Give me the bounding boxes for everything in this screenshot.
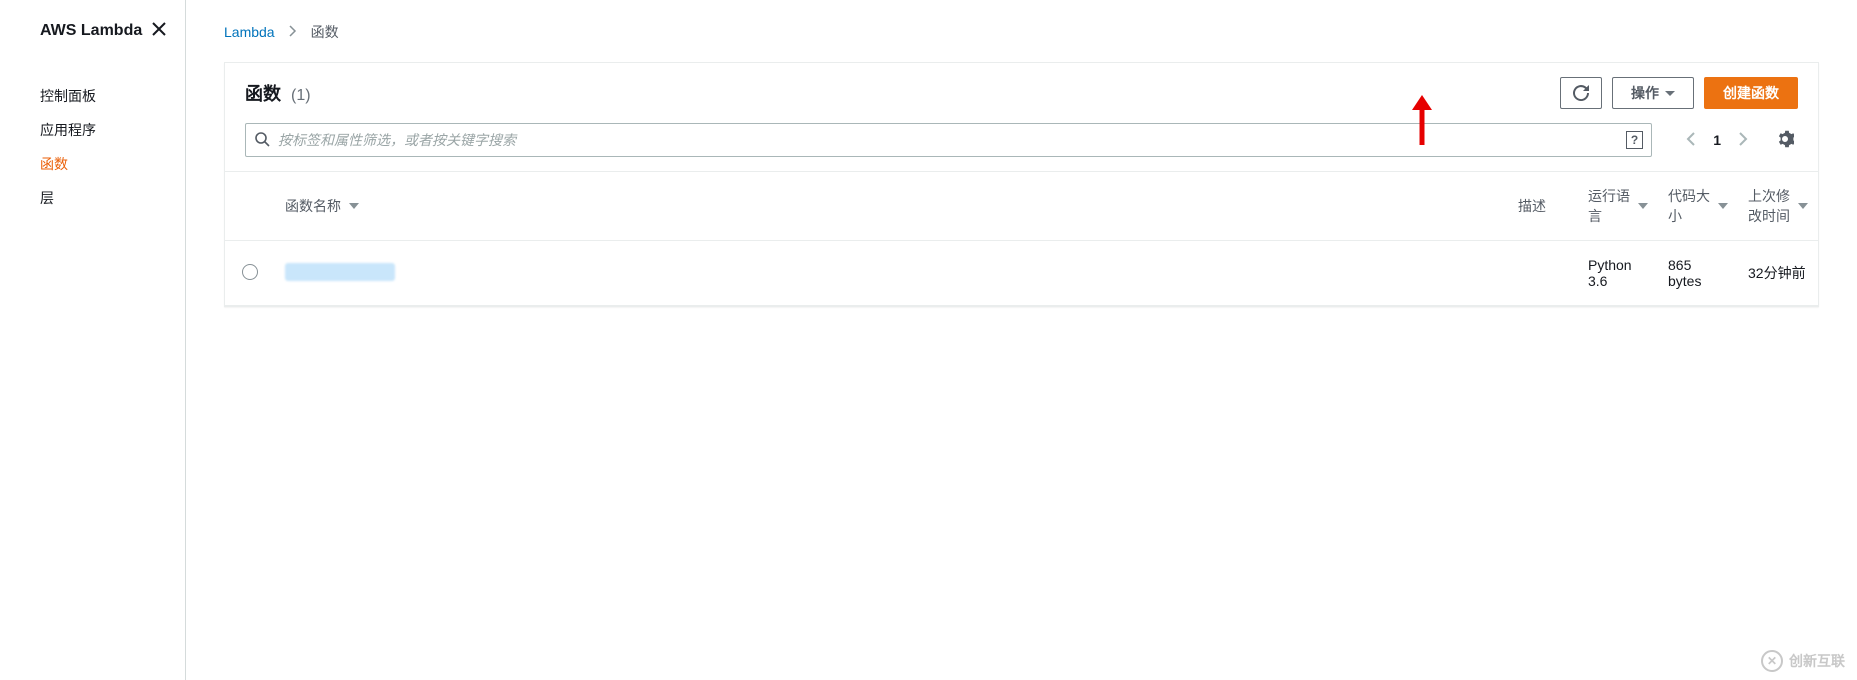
- th-size[interactable]: 代码大小: [1658, 172, 1738, 241]
- breadcrumb-current: 函数: [311, 22, 339, 42]
- nav-item-functions[interactable]: 函数: [0, 147, 185, 181]
- breadcrumb: Lambda 函数: [224, 22, 1819, 42]
- row-radio[interactable]: [242, 264, 258, 280]
- watermark-text: 创新互联: [1789, 651, 1845, 671]
- actions-dropdown-label: 操作: [1631, 83, 1659, 103]
- th-modified[interactable]: 上次修改时间: [1738, 172, 1818, 241]
- gear-icon: [1776, 130, 1794, 148]
- cell-desc: [1508, 241, 1578, 306]
- watermark-logo-icon: ✕: [1761, 650, 1783, 672]
- th-desc[interactable]: 描述: [1508, 172, 1578, 241]
- table-row[interactable]: Python 3.6 865 bytes 32分钟前: [225, 241, 1818, 306]
- panel-title: 函数: [245, 80, 281, 106]
- search-wrap: ?: [245, 123, 1652, 157]
- breadcrumb-root[interactable]: Lambda: [224, 24, 275, 40]
- filter-row: ? 1: [225, 123, 1818, 171]
- th-runtime[interactable]: 运行语言: [1578, 172, 1658, 241]
- pager-page-number: 1: [1713, 132, 1721, 148]
- settings-button[interactable]: [1772, 126, 1798, 155]
- sort-caret-icon: [1638, 203, 1648, 209]
- close-icon[interactable]: [150, 20, 168, 41]
- th-select: [225, 172, 275, 241]
- sidebar-title: AWS Lambda: [40, 22, 142, 40]
- chevron-right-icon: [289, 24, 297, 40]
- nav-item-applications[interactable]: 应用程序: [0, 113, 185, 147]
- cell-modified: 32分钟前: [1738, 241, 1818, 306]
- refresh-icon: [1573, 85, 1589, 101]
- caret-down-icon: [1665, 91, 1675, 96]
- panel-count: (1): [291, 87, 311, 105]
- pager-prev-button[interactable]: [1682, 128, 1699, 153]
- cell-size: 865 bytes: [1658, 241, 1738, 306]
- create-function-button[interactable]: 创建函数: [1704, 77, 1798, 109]
- cell-runtime: Python 3.6: [1578, 241, 1658, 306]
- sidebar: AWS Lambda 控制面板 应用程序 函数 层: [0, 0, 186, 680]
- actions-dropdown-button[interactable]: 操作: [1612, 77, 1694, 109]
- pager: 1: [1682, 128, 1752, 153]
- sort-caret-icon: [1718, 203, 1728, 209]
- watermark: ✕ 创新互联: [1761, 650, 1845, 672]
- panel-actions: 操作 创建函数: [1560, 77, 1798, 109]
- nav-item-dashboard[interactable]: 控制面板: [0, 79, 185, 113]
- main-content: Lambda 函数 函数 (1) 操作 创建函数: [186, 0, 1857, 329]
- nav-item-layers[interactable]: 层: [0, 181, 185, 215]
- sidebar-header: AWS Lambda: [0, 0, 185, 59]
- panel-header: 函数 (1) 操作 创建函数: [225, 63, 1818, 123]
- functions-panel: 函数 (1) 操作 创建函数 ?: [224, 62, 1819, 307]
- help-icon[interactable]: ?: [1626, 131, 1643, 149]
- cell-name[interactable]: [275, 241, 1508, 306]
- th-name[interactable]: 函数名称: [275, 172, 1508, 241]
- nav-list: 控制面板 应用程序 函数 层: [0, 59, 185, 215]
- sort-caret-icon: [1798, 203, 1808, 209]
- functions-table: 函数名称 描述 运行语言 代码大小 上次修改时间: [225, 171, 1818, 306]
- search-input[interactable]: [270, 126, 1626, 154]
- refresh-button[interactable]: [1560, 77, 1602, 109]
- sort-caret-icon: [349, 203, 359, 209]
- search-icon: [254, 131, 270, 150]
- pager-next-button[interactable]: [1735, 128, 1752, 153]
